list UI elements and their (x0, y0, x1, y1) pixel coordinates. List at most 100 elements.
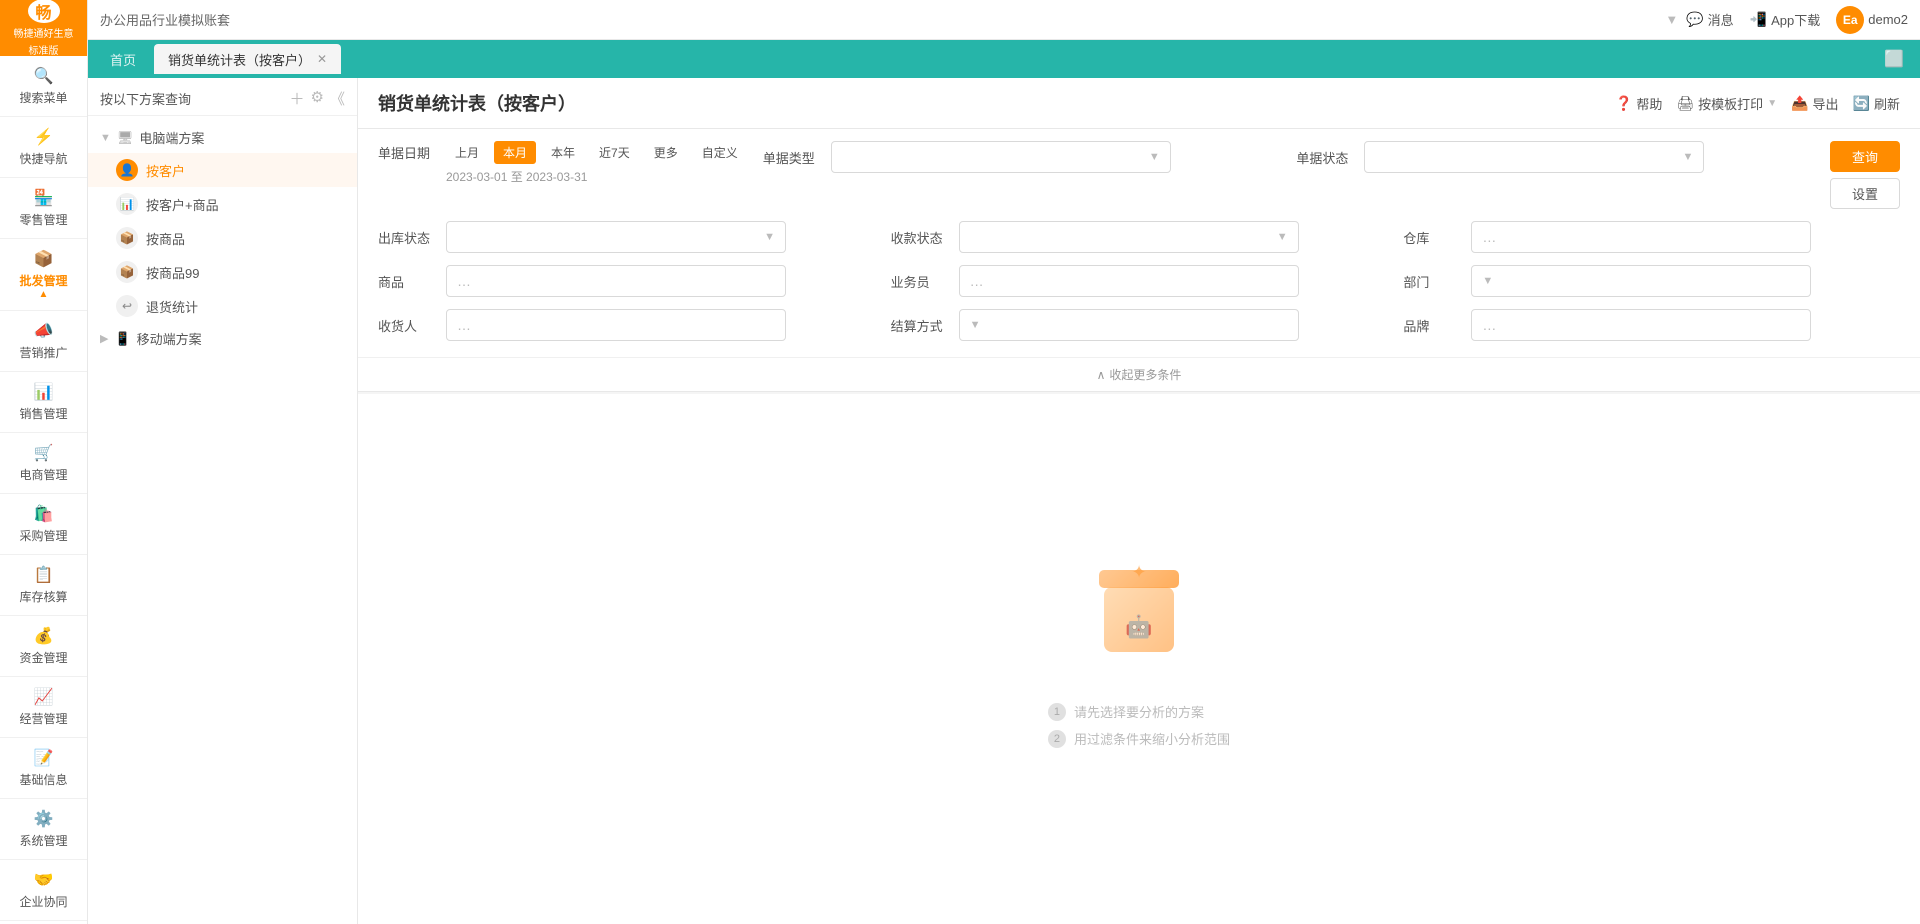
doc-status-arrow-icon: ▼ (1682, 151, 1693, 163)
receipt-status-arrow-icon: ▼ (1277, 231, 1288, 243)
app-logo[interactable]: 畅 畅捷通好生意 标准版 (0, 0, 88, 56)
settlement-label: 结算方式 (891, 316, 951, 335)
empty-sparkle-icon: ✦ (1131, 562, 1146, 583)
app-download-button[interactable]: 📲 App下载 (1750, 10, 1821, 29)
purchase-icon: 🛍️ (34, 504, 54, 524)
sidebar-item-label: 搜索菜单 (19, 89, 67, 106)
by-customer-label: 按客户 (146, 161, 185, 180)
brand-label: 品牌 (1403, 316, 1463, 335)
settings-button[interactable]: 设置 (1830, 178, 1900, 209)
tab-expand-icon[interactable]: ⬜ (1876, 49, 1912, 69)
warehouse-select[interactable]: … (1471, 221, 1811, 253)
enterprise-icon: 🤝 (34, 870, 54, 890)
date-btn-last-month[interactable]: 上月 (446, 141, 488, 164)
topbar: 办公用品行业模拟账套 ▼ 💬 消息 📲 App下载 Ea demo2 (88, 0, 1920, 40)
print-arrow-icon: ▼ (1767, 98, 1777, 109)
sidebar-item-quick-nav[interactable]: ⚡ 快捷导航 (0, 117, 87, 178)
date-btn-last-7[interactable]: 近7天 (590, 141, 639, 164)
sidebar-item-operations[interactable]: 📈 经营管理 (0, 677, 87, 738)
product-select[interactable]: … (446, 265, 786, 297)
tree-child-by-customer-product[interactable]: 📊 按客户+商品 (88, 187, 357, 221)
sidebar-item-system[interactable]: ⚙️ 系统管理 (0, 799, 87, 860)
retail-icon: 🏪 (34, 188, 54, 208)
hint-num-2: 2 (1048, 730, 1066, 748)
tree-expand-icon: ▼ (100, 132, 111, 144)
ecommerce-icon: 🛒 (34, 443, 54, 463)
by-customer-product-icon: 📊 (116, 193, 138, 215)
sidebar-item-label: 电商管理 (19, 466, 67, 483)
breadcrumb-arrow[interactable]: ▼ (1665, 12, 1678, 27)
by-product-label: 按商品 (146, 229, 185, 248)
tree-child-by-product[interactable]: 📦 按商品 (88, 221, 357, 255)
tree-child-by-product-99[interactable]: 📦 按商品99 (88, 255, 357, 289)
doc-type-arrow-icon: ▼ (1149, 151, 1160, 163)
print-button[interactable]: 🖨 按模板打印 ▼ (1676, 94, 1777, 113)
brand-select[interactable]: … (1471, 309, 1811, 341)
date-btn-more[interactable]: 更多 (645, 141, 687, 164)
query-button[interactable]: 查询 (1830, 141, 1900, 172)
settlement-select[interactable]: ▼ (959, 309, 1299, 341)
avatar: Ea (1836, 6, 1864, 34)
receiver-select[interactable]: … (446, 309, 786, 341)
empty-illustration: ✦ 🤖 (1079, 562, 1199, 682)
basic-icon: 📝 (34, 748, 54, 768)
sidebar-item-label: 批发管理 (19, 272, 67, 289)
out-status-select[interactable]: ▼ (446, 221, 786, 253)
doc-status-label: 单据状态 (1296, 148, 1356, 167)
sidebar-item-marketing[interactable]: 📣 营销推广 (0, 311, 87, 372)
sidebar-item-wholesale[interactable]: 📦 批发管理 ▲ (0, 239, 87, 311)
by-product-99-label: 按商品99 (146, 263, 199, 282)
tree-mobile-section[interactable]: ▶ 📱 移动端方案 (88, 323, 357, 354)
department-filter: 部门 ▼ (1403, 265, 1900, 297)
by-customer-icon: 👤 (116, 159, 138, 181)
brand-dots-icon: … (1482, 317, 1498, 333)
date-btn-this-month[interactable]: 本月 (494, 141, 536, 164)
tab-sales-stat-label: 销货单统计表（按客户） (168, 50, 311, 69)
salesperson-label: 业务员 (891, 272, 951, 291)
refresh-label: 刷新 (1874, 94, 1900, 113)
sidebar-item-retail[interactable]: 🏪 零售管理 (0, 178, 87, 239)
product-label: 商品 (378, 272, 438, 291)
date-btn-this-year[interactable]: 本年 (542, 141, 584, 164)
collapse-button[interactable]: ∧ 收起更多条件 (358, 357, 1920, 391)
sidebar-item-purchase[interactable]: 🛍️ 采购管理 (0, 494, 87, 555)
receipt-status-select[interactable]: ▼ (959, 221, 1299, 253)
tree-child-by-customer[interactable]: 👤 按客户 (88, 153, 357, 187)
sidebar-item-inventory[interactable]: 📋 库存核算 (0, 555, 87, 616)
receiver-dots-icon: … (457, 317, 473, 333)
sidebar-item-ecommerce[interactable]: 🛒 电商管理 (0, 433, 87, 494)
salesperson-select[interactable]: … (959, 265, 1299, 297)
export-button[interactable]: 📤 导出 (1791, 94, 1838, 113)
sidebar-item-label: 系统管理 (19, 832, 67, 849)
page-title-row: 销货单统计表（按客户） ❓ 帮助 🖨 按模板打印 ▼ (378, 90, 1900, 116)
refresh-button[interactable]: 🔄 刷新 (1853, 94, 1900, 113)
message-button[interactable]: 💬 消息 (1686, 10, 1733, 29)
sidebar-item-label: 库存核算 (19, 588, 67, 605)
tab-sales-stat[interactable]: 销货单统计表（按客户） ✕ (154, 44, 341, 74)
by-customer-product-label: 按客户+商品 (146, 195, 219, 214)
department-select[interactable]: ▼ (1471, 265, 1811, 297)
doc-type-select[interactable]: ▼ (831, 141, 1171, 173)
out-status-filter: 出库状态 ▼ (378, 221, 875, 253)
doc-status-select[interactable]: ▼ (1364, 141, 1704, 173)
add-scheme-button[interactable]: ＋ (290, 88, 305, 109)
collapse-panel-button[interactable]: 《 (330, 88, 345, 109)
sidebar-item-sales[interactable]: 📊 销售管理 (0, 372, 87, 433)
tab-close-icon[interactable]: ✕ (317, 52, 327, 66)
help-button[interactable]: ❓ 帮助 (1615, 94, 1662, 113)
settings-scheme-button[interactable]: ⚙ (311, 88, 324, 109)
quick-nav-icon: ⚡ (34, 127, 54, 147)
tree-desktop-section[interactable]: ▼ 🖥 电脑端方案 (88, 122, 357, 153)
tree-child-return-stats[interactable]: ↩ 退货统计 (88, 289, 357, 323)
sidebar-item-search[interactable]: 🔍 搜索菜单 (0, 56, 87, 117)
app-download-label: App下载 (1771, 10, 1820, 29)
sidebar-item-basic[interactable]: 📝 基础信息 (0, 738, 87, 799)
date-btn-custom[interactable]: 自定义 (693, 141, 747, 164)
sidebar-item-finance[interactable]: 💰 资金管理 (0, 616, 87, 677)
empty-hint-2: 2 用过滤条件来缩小分析范围 (1048, 729, 1230, 748)
out-status-arrow-icon: ▼ (764, 231, 775, 243)
sidebar-item-enterprise[interactable]: 🤝 企业协同 (0, 860, 87, 921)
operations-icon: 📈 (34, 687, 54, 707)
user-menu[interactable]: Ea demo2 (1836, 6, 1908, 34)
tab-home[interactable]: 首页 (96, 44, 150, 74)
